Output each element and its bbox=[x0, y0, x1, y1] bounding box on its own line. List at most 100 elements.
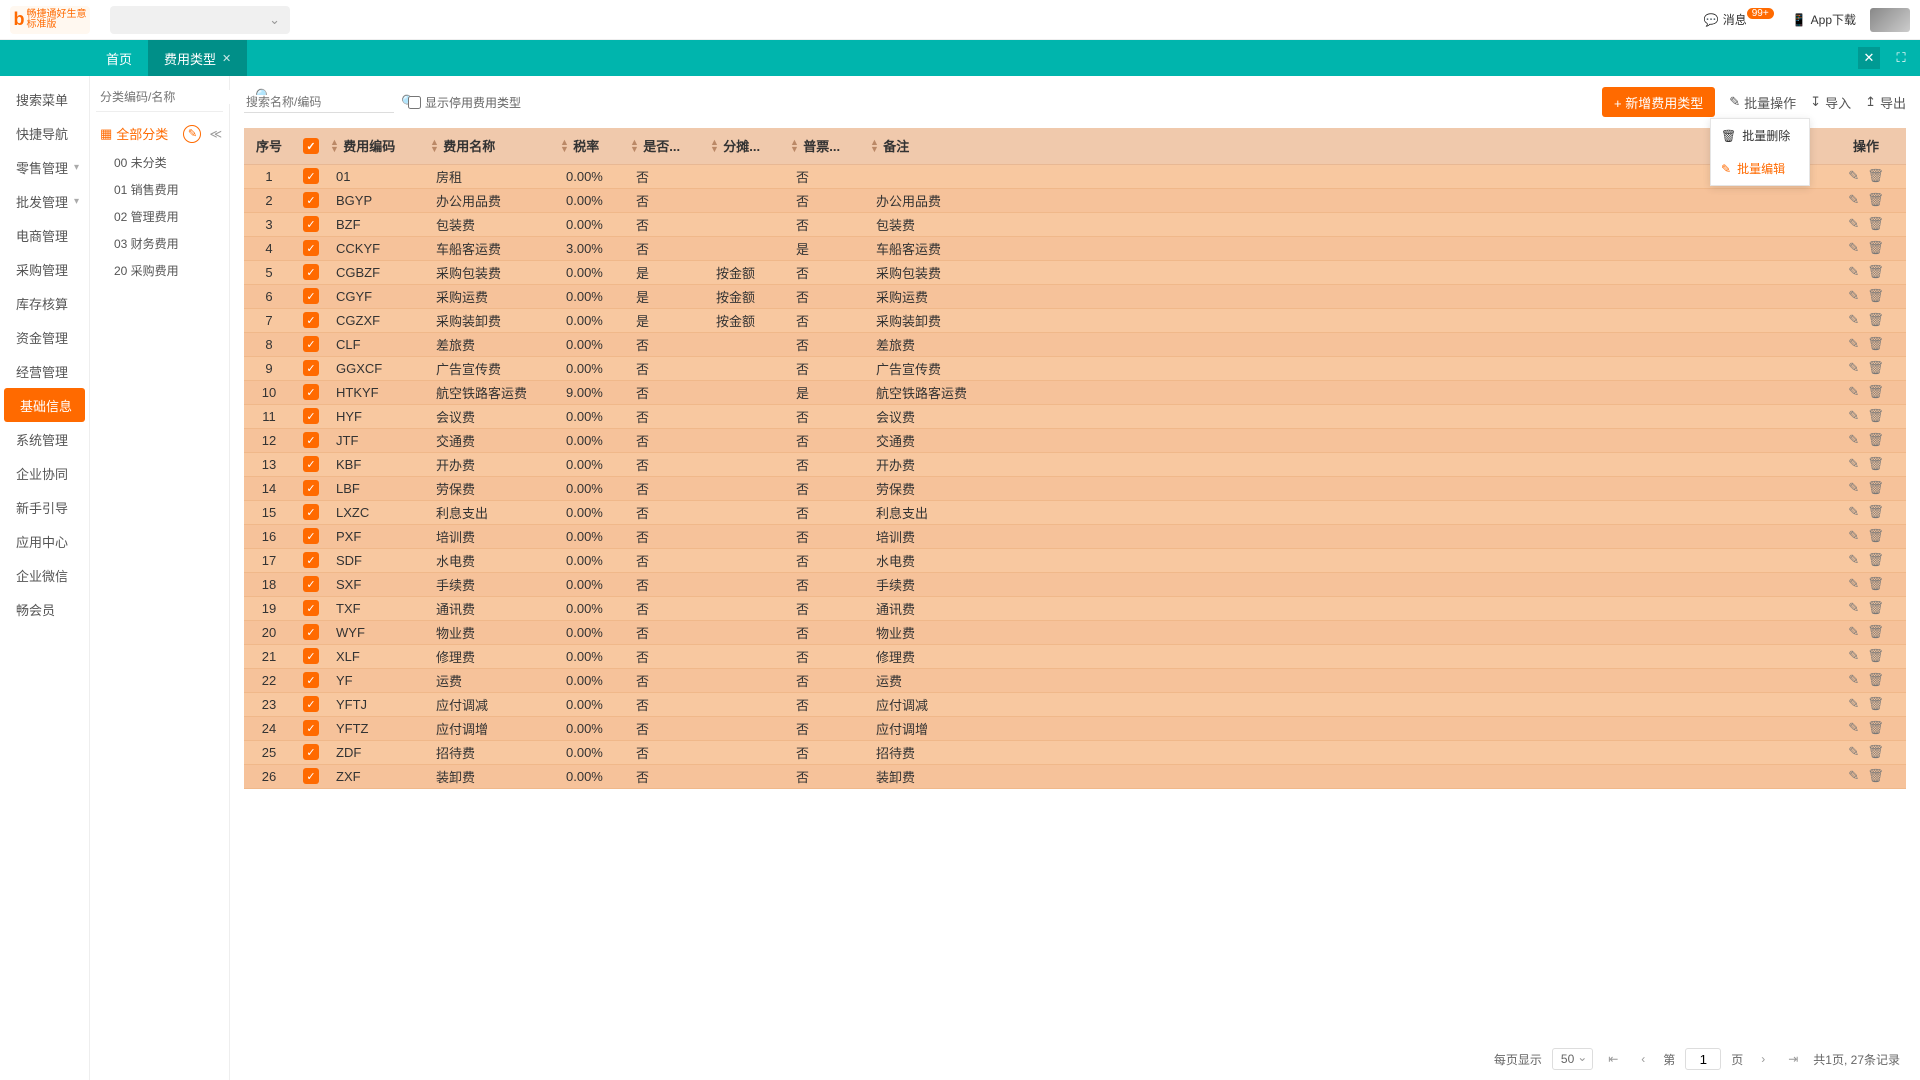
fullscreen-icon[interactable]: ⛶ bbox=[1890, 47, 1912, 69]
app-download-button[interactable]: 📱 App下载 bbox=[1792, 11, 1856, 28]
show-disabled-checkbox[interactable]: 显示停用费用类型 bbox=[408, 94, 521, 111]
import-button[interactable]: ↧导入 bbox=[1810, 93, 1851, 112]
row-checkbox[interactable]: ✓ bbox=[294, 500, 328, 524]
tree-item[interactable]: 03 财务费用 bbox=[110, 230, 223, 257]
row-checkbox[interactable]: ✓ bbox=[294, 596, 328, 620]
row-delete-button[interactable]: 🗑 bbox=[1867, 576, 1884, 592]
row-edit-button[interactable]: ✎ bbox=[1848, 336, 1859, 352]
row-checkbox[interactable]: ✓ bbox=[294, 308, 328, 332]
nav-item[interactable]: 库存核算 bbox=[0, 286, 89, 320]
col-select-all[interactable]: ✓ bbox=[294, 128, 328, 164]
avatar[interactable] bbox=[1870, 8, 1910, 32]
row-edit-button[interactable]: ✎ bbox=[1848, 312, 1859, 328]
prev-page-button[interactable]: ‹ bbox=[1633, 1049, 1653, 1069]
messages-button[interactable]: 💬 消息 99+ bbox=[1704, 11, 1778, 28]
row-checkbox[interactable]: ✓ bbox=[294, 620, 328, 644]
row-edit-button[interactable]: ✎ bbox=[1848, 696, 1859, 712]
nav-item[interactable]: 采购管理 bbox=[0, 252, 89, 286]
row-delete-button[interactable]: 🗑 bbox=[1867, 360, 1884, 376]
row-checkbox[interactable]: ✓ bbox=[294, 740, 328, 764]
row-edit-button[interactable]: ✎ bbox=[1848, 192, 1859, 208]
row-delete-button[interactable]: 🗑 bbox=[1867, 504, 1884, 520]
row-checkbox[interactable]: ✓ bbox=[294, 524, 328, 548]
nav-item[interactable]: 资金管理 bbox=[0, 320, 89, 354]
row-checkbox[interactable]: ✓ bbox=[294, 668, 328, 692]
row-checkbox[interactable]: ✓ bbox=[294, 236, 328, 260]
tree-root-label[interactable]: 全部分类 bbox=[116, 124, 168, 143]
row-checkbox[interactable]: ✓ bbox=[294, 380, 328, 404]
row-edit-button[interactable]: ✎ bbox=[1848, 168, 1859, 184]
next-page-button[interactable]: › bbox=[1753, 1049, 1773, 1069]
row-delete-button[interactable]: 🗑 bbox=[1867, 408, 1884, 424]
tabstrip-close-button[interactable]: ✕ bbox=[1858, 47, 1880, 69]
export-button[interactable]: ↥导出 bbox=[1865, 93, 1906, 112]
row-checkbox[interactable]: ✓ bbox=[294, 260, 328, 284]
row-delete-button[interactable]: 🗑 bbox=[1867, 480, 1884, 496]
row-edit-button[interactable]: ✎ bbox=[1848, 408, 1859, 424]
row-delete-button[interactable]: 🗑 bbox=[1867, 288, 1884, 304]
tree-item[interactable]: 20 采购费用 bbox=[110, 257, 223, 284]
tree-item[interactable]: 01 销售费用 bbox=[110, 176, 223, 203]
row-delete-button[interactable]: 🗑 bbox=[1867, 216, 1884, 232]
last-page-button[interactable]: ⇥ bbox=[1783, 1049, 1803, 1069]
row-checkbox[interactable]: ✓ bbox=[294, 476, 328, 500]
nav-item[interactable]: 企业微信 bbox=[0, 558, 89, 592]
search-input[interactable] bbox=[246, 95, 401, 109]
nav-item[interactable]: 新手引导 bbox=[0, 490, 89, 524]
row-checkbox[interactable]: ✓ bbox=[294, 332, 328, 356]
batch-ops-button[interactable]: ✎批量操作 bbox=[1729, 93, 1796, 112]
nav-item[interactable]: 应用中心 bbox=[0, 524, 89, 558]
row-checkbox[interactable]: ✓ bbox=[294, 188, 328, 212]
row-edit-button[interactable]: ✎ bbox=[1848, 360, 1859, 376]
row-edit-button[interactable]: ✎ bbox=[1848, 504, 1859, 520]
row-edit-button[interactable]: ✎ bbox=[1848, 480, 1859, 496]
nav-item[interactable]: 基础信息 bbox=[4, 388, 85, 422]
row-edit-button[interactable]: ✎ bbox=[1848, 456, 1859, 472]
edit-categories-button[interactable]: ✎ bbox=[183, 125, 201, 143]
row-delete-button[interactable]: 🗑 bbox=[1867, 432, 1884, 448]
col-alloc[interactable]: ▲▼ 分摊... bbox=[708, 128, 788, 164]
row-edit-button[interactable]: ✎ bbox=[1848, 720, 1859, 736]
row-delete-button[interactable]: 🗑 bbox=[1867, 600, 1884, 616]
row-delete-button[interactable]: 🗑 bbox=[1867, 552, 1884, 568]
row-edit-button[interactable]: ✎ bbox=[1848, 744, 1859, 760]
col-code[interactable]: ▲▼ 费用编码 bbox=[328, 128, 428, 164]
row-checkbox[interactable]: ✓ bbox=[294, 164, 328, 188]
col-included[interactable]: ▲▼ 是否... bbox=[628, 128, 708, 164]
row-delete-button[interactable]: 🗑 bbox=[1867, 192, 1884, 208]
row-edit-button[interactable]: ✎ bbox=[1848, 624, 1859, 640]
row-checkbox[interactable]: ✓ bbox=[294, 452, 328, 476]
row-delete-button[interactable]: 🗑 bbox=[1867, 672, 1884, 688]
row-delete-button[interactable]: 🗑 bbox=[1867, 528, 1884, 544]
batch-delete-item[interactable]: 🗑批量删除 bbox=[1711, 119, 1809, 152]
row-delete-button[interactable]: 🗑 bbox=[1867, 456, 1884, 472]
row-delete-button[interactable]: 🗑 bbox=[1867, 720, 1884, 736]
row-checkbox[interactable]: ✓ bbox=[294, 764, 328, 788]
row-delete-button[interactable]: 🗑 bbox=[1867, 336, 1884, 352]
nav-item[interactable]: 经营管理 bbox=[0, 354, 89, 388]
nav-item[interactable]: 畅会员 bbox=[0, 592, 89, 626]
row-edit-button[interactable]: ✎ bbox=[1848, 528, 1859, 544]
row-checkbox[interactable]: ✓ bbox=[294, 356, 328, 380]
row-delete-button[interactable]: 🗑 bbox=[1867, 264, 1884, 280]
row-delete-button[interactable]: 🗑 bbox=[1867, 168, 1884, 184]
tab-home[interactable]: 首页 bbox=[90, 40, 148, 76]
page-input[interactable] bbox=[1685, 1048, 1721, 1070]
batch-edit-item[interactable]: ✎批量编辑 bbox=[1711, 152, 1809, 185]
tree-item[interactable]: 00 未分类 bbox=[110, 149, 223, 176]
row-edit-button[interactable]: ✎ bbox=[1848, 672, 1859, 688]
org-selector[interactable]: ⌄ bbox=[110, 6, 290, 34]
col-note[interactable]: ▲▼ 备注 bbox=[868, 128, 1826, 164]
row-edit-button[interactable]: ✎ bbox=[1848, 648, 1859, 664]
col-seq[interactable]: 序号 bbox=[244, 128, 294, 164]
row-delete-button[interactable]: 🗑 bbox=[1867, 384, 1884, 400]
row-delete-button[interactable]: 🗑 bbox=[1867, 312, 1884, 328]
collapse-tree-button[interactable]: ≪ bbox=[209, 127, 219, 141]
nav-item[interactable]: 快捷导航 bbox=[0, 116, 89, 150]
row-edit-button[interactable]: ✎ bbox=[1848, 264, 1859, 280]
row-checkbox[interactable]: ✓ bbox=[294, 692, 328, 716]
row-delete-button[interactable]: 🗑 bbox=[1867, 240, 1884, 256]
row-edit-button[interactable]: ✎ bbox=[1848, 288, 1859, 304]
nav-item[interactable]: 搜索菜单 bbox=[0, 82, 89, 116]
row-checkbox[interactable]: ✓ bbox=[294, 284, 328, 308]
